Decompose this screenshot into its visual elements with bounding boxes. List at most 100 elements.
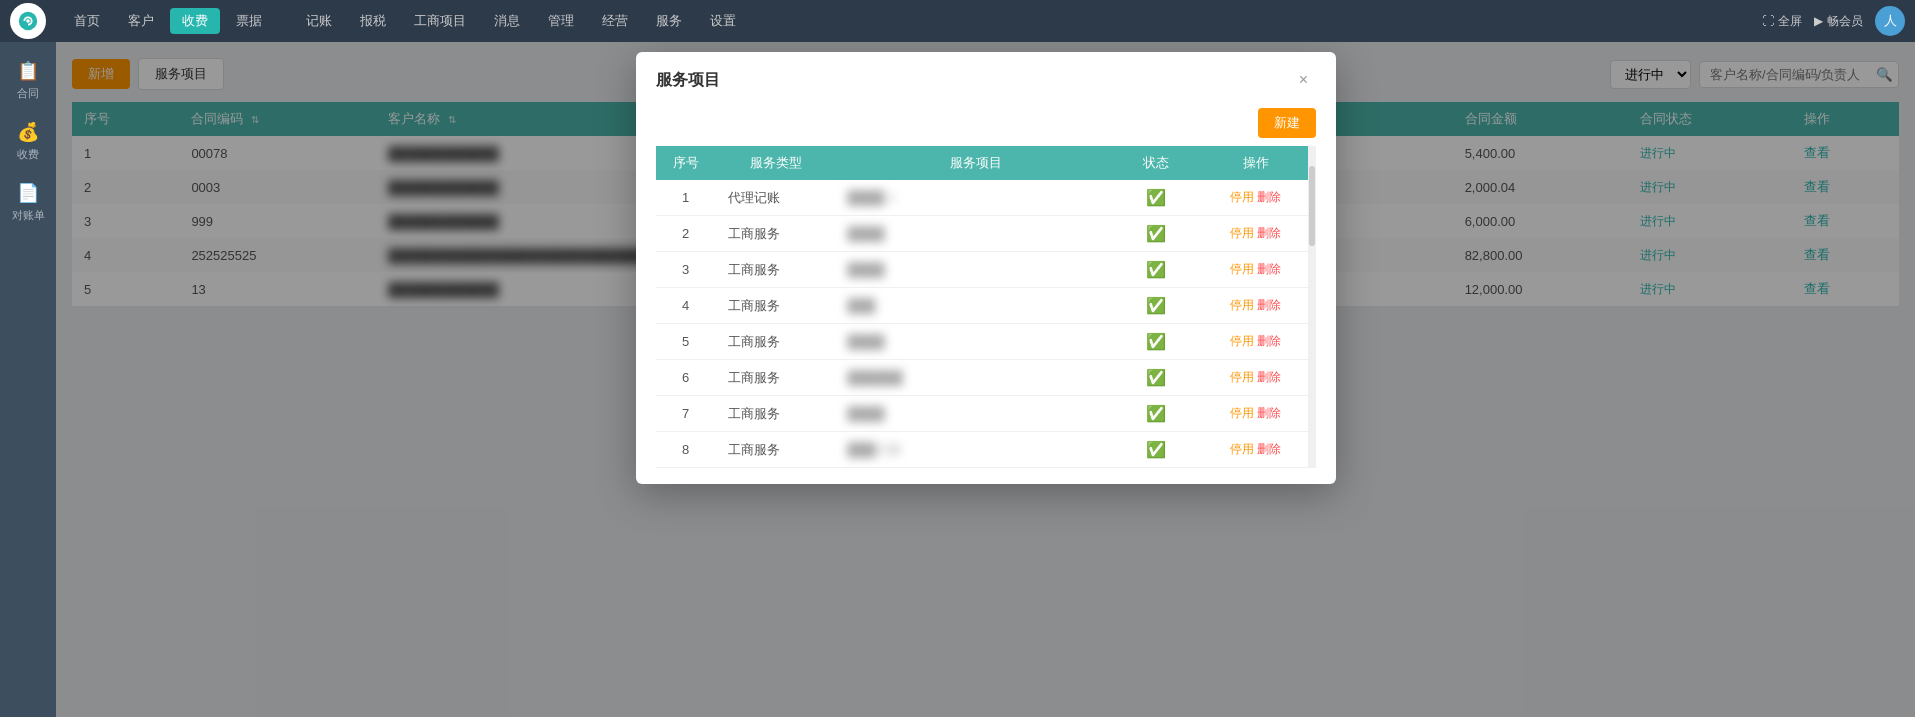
- nav-item-service[interactable]: 服务: [644, 8, 694, 34]
- modal-header: 服务项目 ×: [636, 52, 1336, 100]
- fullscreen-label: 全屏: [1778, 13, 1802, 30]
- modal-cell-item: ███注册: [836, 432, 1116, 468]
- status-check-icon: ✅: [1146, 297, 1166, 314]
- modal-table-row: 3 工商服务 ████ ✅ 停用 删除: [656, 252, 1316, 288]
- main-content: 新增 服务项目 进行中 已结束 全部 🔍 序号 合同编码 ⇅: [56, 42, 1915, 717]
- nav-right: ⛶ 全屏 ▶ 畅会员 人: [1762, 6, 1905, 36]
- stop-button[interactable]: 停用: [1230, 369, 1254, 386]
- modal-table-header: 序号 服务类型 服务项目 状态 操作: [656, 146, 1316, 180]
- modal-col-item: 服务项目: [836, 146, 1116, 180]
- sidebar: 📋 合同 💰 收费 📄 对账单: [0, 42, 56, 717]
- app-logo: [10, 3, 46, 39]
- modal-cell-status: ✅: [1116, 288, 1196, 324]
- modal-title: 服务项目: [656, 70, 720, 91]
- status-check-icon: ✅: [1146, 189, 1166, 206]
- modal-cell-status: ✅: [1116, 252, 1196, 288]
- delete-button[interactable]: 删除: [1257, 225, 1281, 242]
- sidebar-item-fees[interactable]: 💰 收费: [3, 113, 53, 170]
- nav-item-bills[interactable]: 票据: [224, 8, 290, 34]
- service-items-table: 序号 服务类型 服务项目 状态 操作 1 代理记账 ████ 1 ✅ 停用: [656, 146, 1316, 468]
- stop-button[interactable]: 停用: [1230, 441, 1254, 458]
- modal-new-button[interactable]: 新建: [1258, 108, 1316, 138]
- modal-cell-action: 停用 删除: [1196, 324, 1316, 360]
- status-check-icon: ✅: [1146, 405, 1166, 422]
- nav-item-accounting[interactable]: 记账: [294, 8, 344, 34]
- modal-table-row: 2 工商服务 ████ ✅ 停用 删除: [656, 216, 1316, 252]
- status-check-icon: ✅: [1146, 261, 1166, 278]
- modal-cell-type: 工商服务: [716, 324, 836, 360]
- modal-cell-type: 工商服务: [716, 252, 836, 288]
- stop-button[interactable]: 停用: [1230, 261, 1254, 278]
- scrollbar-thumb: [1309, 166, 1315, 246]
- modal-toolbar: 新建: [636, 100, 1336, 146]
- modal-cell-item: ███: [836, 288, 1116, 324]
- delete-button[interactable]: 删除: [1257, 189, 1281, 206]
- modal-cell-type: 工商服务: [716, 360, 836, 396]
- modal-cell-no: 1: [656, 180, 716, 216]
- stop-button[interactable]: 停用: [1230, 405, 1254, 422]
- modal-table-row: 8 工商服务 ███注册 ✅ 停用 删除: [656, 432, 1316, 468]
- modal-cell-status: ✅: [1116, 432, 1196, 468]
- modal-cell-type: 代理记账: [716, 180, 836, 216]
- modal-cell-action: 停用 删除: [1196, 216, 1316, 252]
- nav-items: 首页 客户 收费 票据 记账 报税 工商项目 消息 管理 经营 服务 设置: [62, 8, 1762, 34]
- sidebar-label-reconciliation: 对账单: [12, 208, 45, 223]
- status-check-icon: ✅: [1146, 441, 1166, 458]
- sidebar-label-contract: 合同: [17, 86, 39, 101]
- delete-button[interactable]: 删除: [1257, 261, 1281, 278]
- sidebar-item-contract[interactable]: 📋 合同: [3, 52, 53, 109]
- modal-table-row: 6 工商服务 ██████ ✅ 停用 删除: [656, 360, 1316, 396]
- member-button[interactable]: ▶ 畅会员: [1814, 13, 1863, 30]
- modal-table-row: 4 工商服务 ███ ✅ 停用 删除: [656, 288, 1316, 324]
- modal-cell-item: ████: [836, 396, 1116, 432]
- member-icon: ▶: [1814, 14, 1823, 28]
- stop-button[interactable]: 停用: [1230, 297, 1254, 314]
- nav-item-business[interactable]: 工商项目: [402, 8, 478, 34]
- fullscreen-icon: ⛶: [1762, 14, 1774, 28]
- modal-cell-type: 工商服务: [716, 288, 836, 324]
- modal-cell-no: 5: [656, 324, 716, 360]
- sidebar-item-reconciliation[interactable]: 📄 对账单: [3, 174, 53, 231]
- modal-col-no: 序号: [656, 146, 716, 180]
- modal-cell-status: ✅: [1116, 396, 1196, 432]
- modal-cell-item: ████: [836, 216, 1116, 252]
- status-check-icon: ✅: [1146, 369, 1166, 386]
- nav-item-fees[interactable]: 收费: [170, 8, 220, 34]
- modal-table-body: 1 代理记账 ████ 1 ✅ 停用 删除 2 工商服务 ████ ✅ 停用 删…: [656, 180, 1316, 468]
- delete-button[interactable]: 删除: [1257, 405, 1281, 422]
- stop-button[interactable]: 停用: [1230, 225, 1254, 242]
- status-check-icon: ✅: [1146, 333, 1166, 350]
- modal-close-button[interactable]: ×: [1292, 68, 1316, 92]
- nav-item-operation[interactable]: 经营: [590, 8, 640, 34]
- delete-button[interactable]: 删除: [1257, 297, 1281, 314]
- reconciliation-icon: 📄: [17, 182, 39, 204]
- modal-cell-status: ✅: [1116, 324, 1196, 360]
- stop-button[interactable]: 停用: [1230, 189, 1254, 206]
- fullscreen-button[interactable]: ⛶ 全屏: [1762, 13, 1802, 30]
- modal-cell-item: ██████: [836, 360, 1116, 396]
- status-check-icon: ✅: [1146, 225, 1166, 242]
- nav-item-home[interactable]: 首页: [62, 8, 112, 34]
- scrollbar-track[interactable]: [1308, 146, 1316, 468]
- modal-cell-action: 停用 删除: [1196, 252, 1316, 288]
- member-label: 畅会员: [1827, 13, 1863, 30]
- modal-cell-no: 4: [656, 288, 716, 324]
- nav-item-message[interactable]: 消息: [482, 8, 532, 34]
- modal-cell-action: 停用 删除: [1196, 288, 1316, 324]
- nav-item-customer[interactable]: 客户: [116, 8, 166, 34]
- user-avatar[interactable]: 人: [1875, 6, 1905, 36]
- fees-icon: 💰: [17, 121, 39, 143]
- nav-item-tax[interactable]: 报税: [348, 8, 398, 34]
- nav-item-settings[interactable]: 设置: [698, 8, 748, 34]
- delete-button[interactable]: 删除: [1257, 369, 1281, 386]
- stop-button[interactable]: 停用: [1230, 333, 1254, 350]
- top-nav: 首页 客户 收费 票据 记账 报税 工商项目 消息 管理 经营 服务 设置 ⛶ …: [0, 0, 1915, 42]
- modal-cell-action: 停用 删除: [1196, 432, 1316, 468]
- modal-cell-item: ████: [836, 324, 1116, 360]
- modal-overlay[interactable]: 服务项目 × 新建 序号 服务类型 服务项目: [56, 42, 1915, 717]
- modal-cell-type: 工商服务: [716, 396, 836, 432]
- modal-cell-action: 停用 删除: [1196, 360, 1316, 396]
- nav-item-manage[interactable]: 管理: [536, 8, 586, 34]
- delete-button[interactable]: 删除: [1257, 441, 1281, 458]
- delete-button[interactable]: 删除: [1257, 333, 1281, 350]
